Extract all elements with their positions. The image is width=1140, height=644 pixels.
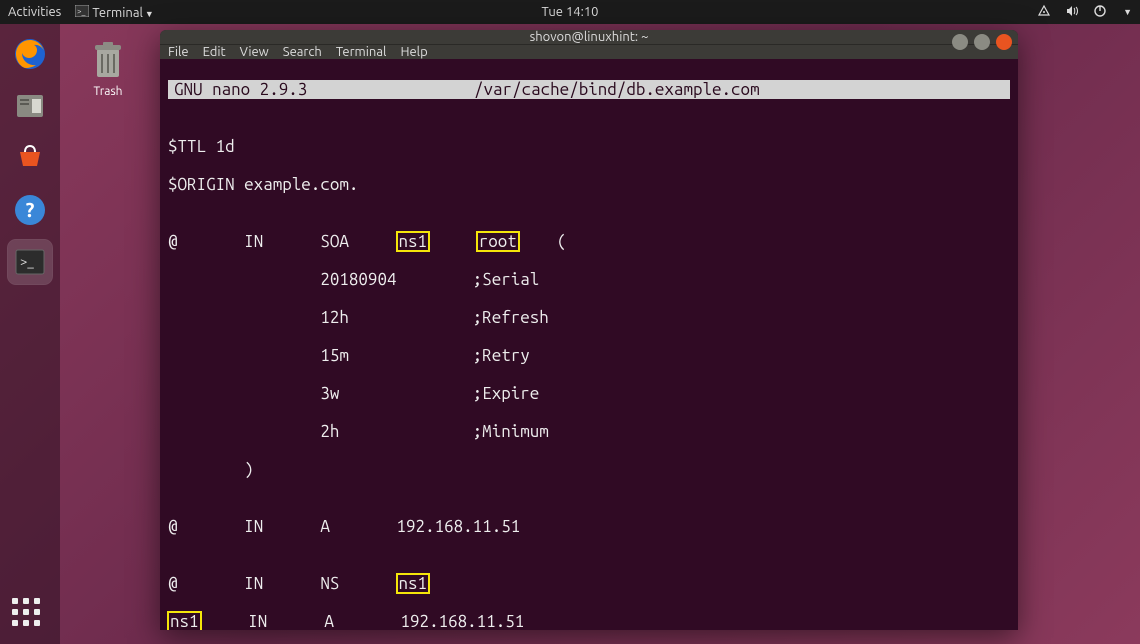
- file-line: 12h ;Refresh: [168, 308, 1018, 327]
- window-menubar: File Edit View Search Terminal Help: [160, 44, 1018, 59]
- highlight: ns1: [397, 232, 430, 251]
- volume-icon[interactable]: [1065, 4, 1079, 21]
- window-maximize-button[interactable]: [974, 34, 990, 50]
- files-icon: [12, 88, 48, 124]
- menu-edit[interactable]: Edit: [203, 45, 226, 59]
- network-icon[interactable]: [1037, 4, 1051, 21]
- file-line: ns1 IN A 192.168.11.51: [168, 612, 1018, 630]
- file-line: $ORIGIN example.com.: [168, 175, 1018, 194]
- file-line: 2h ;Minimum: [168, 422, 1018, 441]
- trash-label: Trash: [93, 85, 122, 98]
- dock: ? >_: [0, 24, 60, 644]
- svg-text:?: ?: [26, 198, 35, 221]
- file-line: $TTL 1d: [168, 137, 1018, 156]
- dock-files[interactable]: [8, 84, 52, 128]
- menu-help[interactable]: Help: [400, 45, 427, 59]
- highlight: ns1: [397, 574, 430, 593]
- menu-terminal[interactable]: Terminal: [336, 45, 387, 59]
- dock-firefox[interactable]: [8, 32, 52, 76]
- software-icon: [12, 140, 48, 176]
- file-line: 3w ;Expire: [168, 384, 1018, 403]
- terminal-icon: >_: [12, 244, 48, 280]
- file-line: @ IN A 192.168.11.51: [168, 517, 1018, 536]
- terminal-icon: >_: [75, 5, 89, 17]
- chevron-down-icon: ▼: [1123, 7, 1132, 17]
- dock-software[interactable]: [8, 136, 52, 180]
- highlight: ns1: [168, 612, 201, 630]
- dock-terminal[interactable]: >_: [8, 240, 52, 284]
- terminal-window: shovon@linuxhint: ~ File Edit View Searc…: [160, 30, 1018, 630]
- apps-grid-button[interactable]: [12, 598, 48, 634]
- dock-help[interactable]: ?: [8, 188, 52, 232]
- window-close-button[interactable]: [996, 34, 1012, 50]
- file-line: 20180904 ;Serial: [168, 270, 1018, 289]
- nano-filepath: /var/cache/bind/db.example.com: [474, 80, 1004, 99]
- terminal-content[interactable]: GNU nano 2.9.3/var/cache/bind/db.example…: [160, 59, 1018, 630]
- menu-file[interactable]: File: [168, 45, 189, 59]
- help-icon: ?: [12, 192, 48, 228]
- firefox-icon: [12, 36, 48, 72]
- file-line: 15m ;Retry: [168, 346, 1018, 365]
- svg-text:>_: >_: [77, 7, 86, 16]
- chevron-down-icon: ▼: [145, 9, 154, 19]
- highlight: root: [477, 232, 519, 251]
- file-line: @ IN SOA ns1 root (: [168, 232, 1018, 251]
- window-minimize-button[interactable]: [952, 34, 968, 50]
- desktop-trash[interactable]: Trash: [78, 38, 138, 98]
- window-titlebar[interactable]: shovon@linuxhint: ~: [160, 30, 1018, 44]
- clock[interactable]: Tue 14:10: [542, 5, 599, 19]
- trash-icon: [86, 38, 130, 82]
- file-line: ): [168, 460, 1018, 479]
- menu-view[interactable]: View: [240, 45, 269, 59]
- menu-search[interactable]: Search: [283, 45, 322, 59]
- app-menu-label: Terminal: [92, 6, 143, 20]
- file-line: @ IN NS ns1: [168, 574, 1018, 593]
- svg-text:>_: >_: [20, 255, 34, 269]
- window-title: shovon@linuxhint: ~: [530, 30, 649, 44]
- top-panel: Activities >_ Terminal▼ Tue 14:10 ▼: [0, 0, 1140, 24]
- nano-app-name: GNU nano 2.9.3: [174, 80, 474, 99]
- activities-button[interactable]: Activities: [8, 5, 61, 19]
- app-menu[interactable]: >_ Terminal▼: [75, 5, 154, 20]
- power-icon[interactable]: [1093, 4, 1107, 21]
